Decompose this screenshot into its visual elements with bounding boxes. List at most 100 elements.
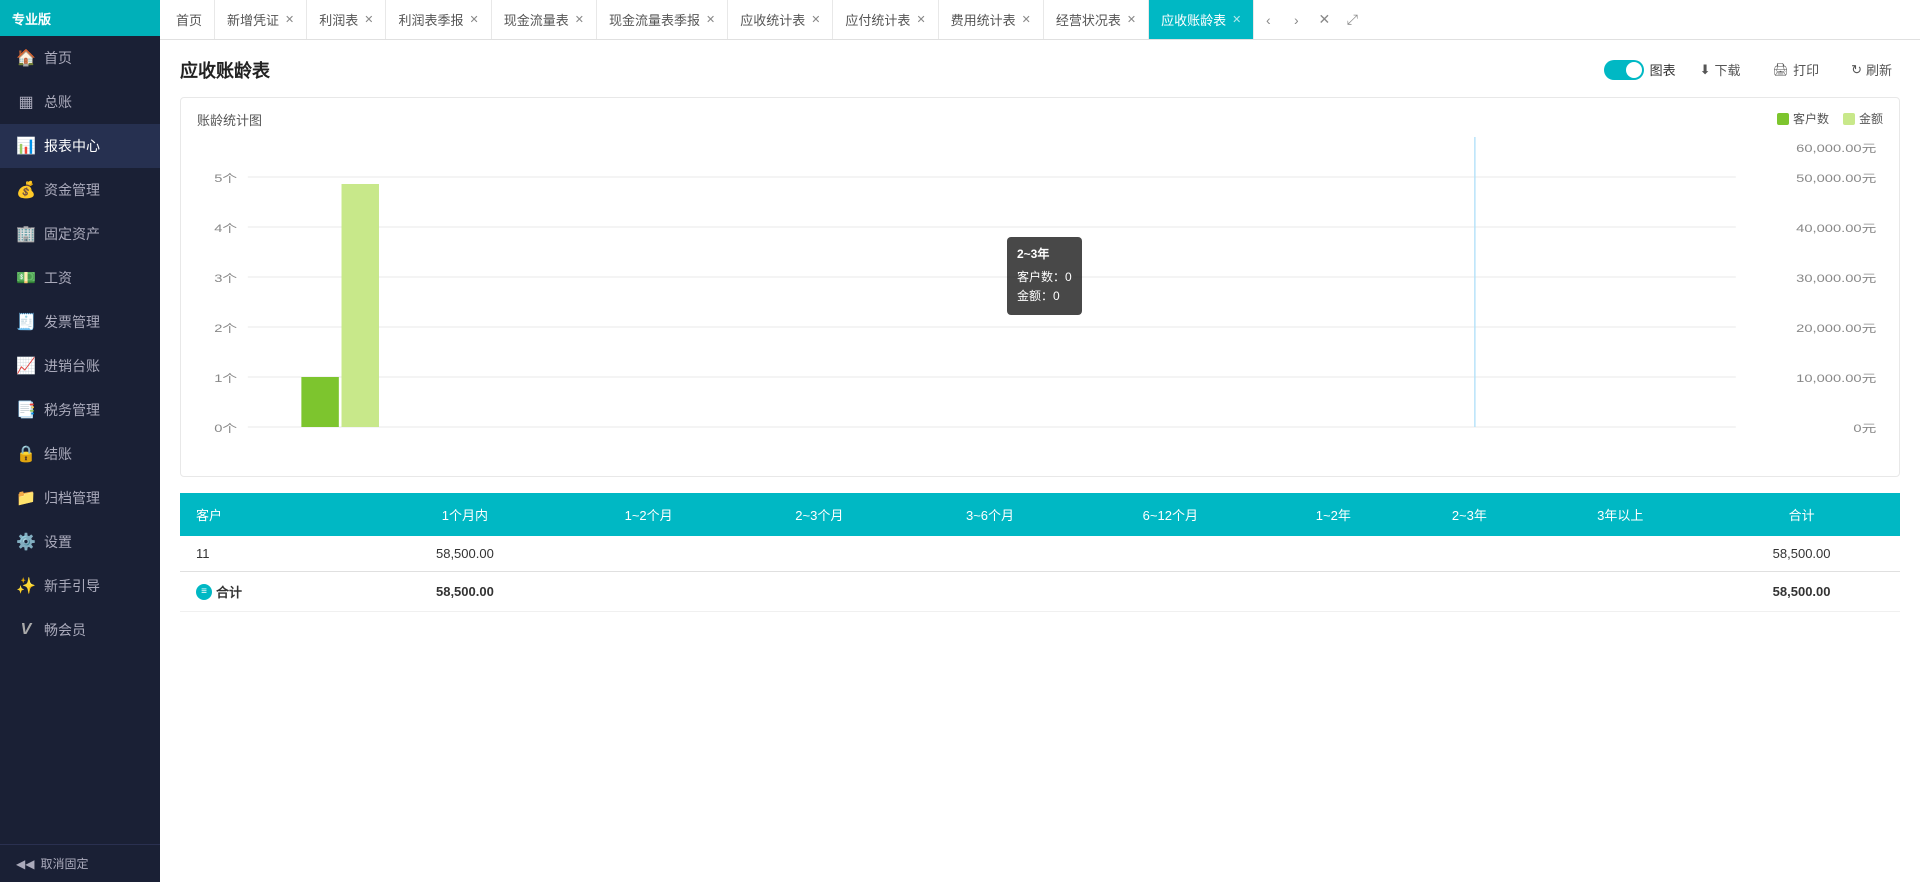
tab-close-icon[interactable]: ✕: [575, 13, 584, 26]
sidebar-item-fixed-assets[interactable]: 🏢 固定资产: [0, 212, 160, 256]
tab-cashflow[interactable]: 现金流量表 ✕: [492, 0, 597, 40]
legend-amount-dot: [1843, 113, 1855, 125]
svg-text:30,000.00元: 30,000.00元: [1796, 272, 1876, 285]
tax-icon: 📑: [16, 400, 36, 420]
invoice-icon: 🧾: [16, 312, 36, 332]
total-m12: [563, 572, 734, 612]
ledger-icon: ▦: [16, 92, 36, 112]
sidebar-item-label: 首页: [44, 48, 72, 68]
tab-close-icon[interactable]: ✕: [364, 13, 373, 26]
page-title: 应收账龄表: [180, 57, 270, 83]
sidebar-item-settings[interactable]: ⚙️ 设置: [0, 520, 160, 564]
th-m23: 2~3个月: [734, 493, 905, 536]
tab-label: 利润表: [319, 10, 358, 29]
total-y23: [1401, 572, 1537, 612]
content-area: 应收账龄表 图表 ⬇ 下载 🖨 打印 ↻ 刷新: [160, 40, 1920, 882]
refresh-button[interactable]: ↻ 刷新: [1843, 56, 1900, 83]
sidebar-item-period-end[interactable]: 🔒 结账: [0, 432, 160, 476]
sidebar-item-label: 总账: [44, 92, 72, 112]
tab-operations[interactable]: 经营状况表 ✕: [1044, 0, 1149, 40]
sidebar-item-guide[interactable]: ✨ 新手引导: [0, 564, 160, 608]
tab-ar-stats[interactable]: 应收统计表 ✕: [728, 0, 833, 40]
tab-new-voucher[interactable]: 新增凭证 ✕: [215, 0, 307, 40]
svg-text:20,000.00元: 20,000.00元: [1796, 322, 1876, 335]
print-button[interactable]: 🖨 打印: [1765, 56, 1828, 83]
toggle-label: 图表: [1650, 60, 1676, 79]
tab-profit[interactable]: 利润表 ✕: [307, 0, 386, 40]
tab-label: 现金流量表: [504, 10, 569, 29]
tab-close-icon[interactable]: ✕: [470, 13, 479, 26]
tab-label: 利润表季报: [398, 10, 463, 29]
sidebar-item-tax[interactable]: 📑 税务管理: [0, 388, 160, 432]
assets-icon: 🏢: [16, 224, 36, 244]
sidebar-item-sales-ledger[interactable]: 📈 进销台账: [0, 344, 160, 388]
sidebar-item-invoice[interactable]: 🧾 发票管理: [0, 300, 160, 344]
tab-close-all[interactable]: ✕: [1312, 8, 1336, 32]
cell-total-label: ≡ 合计: [180, 572, 367, 612]
legend-customer-count: 客户数: [1777, 110, 1829, 127]
tab-close-icon[interactable]: ✕: [1232, 13, 1241, 26]
cell-total: 58,500.00: [1703, 536, 1900, 572]
svg-text:60,000.00元: 60,000.00元: [1796, 142, 1876, 155]
sidebar-item-label: 归档管理: [44, 488, 100, 508]
tab-profit-quarterly[interactable]: 利润表季报 ✕: [386, 0, 491, 40]
legend-amount-label: 金额: [1859, 110, 1883, 127]
sidebar-item-membership[interactable]: V 畅会员: [0, 608, 160, 652]
cell-y12: [1265, 536, 1401, 572]
sidebar-item-archive[interactable]: 📁 归档管理: [0, 476, 160, 520]
chart-toggle[interactable]: [1604, 60, 1644, 80]
tab-close-icon[interactable]: ✕: [706, 13, 715, 26]
tab-close-icon[interactable]: ✕: [285, 13, 294, 26]
tab-close-icon[interactable]: ✕: [1022, 13, 1031, 26]
sidebar-item-label: 发票管理: [44, 312, 100, 332]
tab-home[interactable]: 首页: [164, 0, 215, 40]
tab-close-icon[interactable]: ✕: [916, 13, 925, 26]
tab-close-icon[interactable]: ✕: [1127, 13, 1136, 26]
th-y12: 1~2年: [1265, 493, 1401, 536]
sidebar-toggle-pin[interactable]: ◀◀ 取消固定: [0, 844, 160, 882]
fund-icon: 💰: [16, 180, 36, 200]
table-total-row: ≡ 合计 58,500.00 58,500.00: [180, 572, 1900, 612]
tab-scroll-right[interactable]: ›: [1284, 8, 1308, 32]
tab-label: 现金流量表季报: [609, 10, 700, 29]
cell-m36: [905, 536, 1076, 572]
sidebar-item-general-ledger[interactable]: ▦ 总账: [0, 80, 160, 124]
sidebar-logo: 专业版: [0, 0, 160, 36]
svg-text:2个: 2个: [214, 322, 237, 335]
tab-close-icon[interactable]: ✕: [811, 13, 820, 26]
tab-scroll-left[interactable]: ‹: [1256, 8, 1280, 32]
tab-expense-stats[interactable]: 费用统计表 ✕: [939, 0, 1044, 40]
svg-text:5个: 5个: [214, 172, 237, 185]
main-panel: 首页 新增凭证 ✕ 利润表 ✕ 利润表季报 ✕ 现金流量表 ✕ 现金流量表季报 …: [160, 0, 1920, 882]
sidebar-item-fund-management[interactable]: 💰 资金管理: [0, 168, 160, 212]
tab-ap-stats[interactable]: 应付统计表 ✕: [833, 0, 938, 40]
cell-y23: [1401, 536, 1537, 572]
th-m612: 6~12个月: [1075, 493, 1265, 536]
total-icon: ≡: [196, 584, 212, 600]
total-m1: 58,500.00: [367, 572, 564, 612]
chart-toggle-wrap: 图表: [1604, 60, 1676, 80]
total-y12: [1265, 572, 1401, 612]
table-header-row: 客户 1个月内 1~2个月 2~3个月 3~6个月 6~12个月 1~2年 2~…: [180, 493, 1900, 536]
total-m612: [1075, 572, 1265, 612]
cell-y3: [1537, 536, 1703, 572]
download-button[interactable]: ⬇ 下载: [1692, 56, 1749, 83]
print-icon: 🖨: [1773, 62, 1790, 78]
chart-svg: 0个 1个 2个 3个 4个 5个 0元 10,000.00元 20,000.0…: [197, 137, 1883, 437]
tab-label: 首页: [176, 10, 202, 29]
svg-text:50,000.00元: 50,000.00元: [1796, 172, 1876, 185]
sidebar-item-report-center[interactable]: 📊 报表中心: [0, 124, 160, 168]
tab-ar-aging[interactable]: 应收账龄表 ✕: [1149, 0, 1254, 40]
tab-maximize[interactable]: ⤢: [1340, 8, 1364, 32]
chart-area: 账龄统计图 客户数 金额 0个 1个 2个 3个: [180, 97, 1900, 477]
th-m36: 3~6个月: [905, 493, 1076, 536]
header-actions: 图表 ⬇ 下载 🖨 打印 ↻ 刷新: [1604, 56, 1900, 83]
tab-cashflow-quarterly[interactable]: 现金流量表季报 ✕: [597, 0, 728, 40]
guide-icon: ✨: [16, 576, 36, 596]
cell-m612: [1075, 536, 1265, 572]
sidebar: 专业版 🏠 首页 ▦ 总账 📊 报表中心 💰 资金管理 🏢 固定资产 💵 工资 …: [0, 0, 160, 882]
svg-text:0元: 0元: [1853, 422, 1876, 435]
settings-icon: ⚙️: [16, 532, 36, 552]
sidebar-item-home[interactable]: 🏠 首页: [0, 36, 160, 80]
sidebar-item-payroll[interactable]: 💵 工资: [0, 256, 160, 300]
